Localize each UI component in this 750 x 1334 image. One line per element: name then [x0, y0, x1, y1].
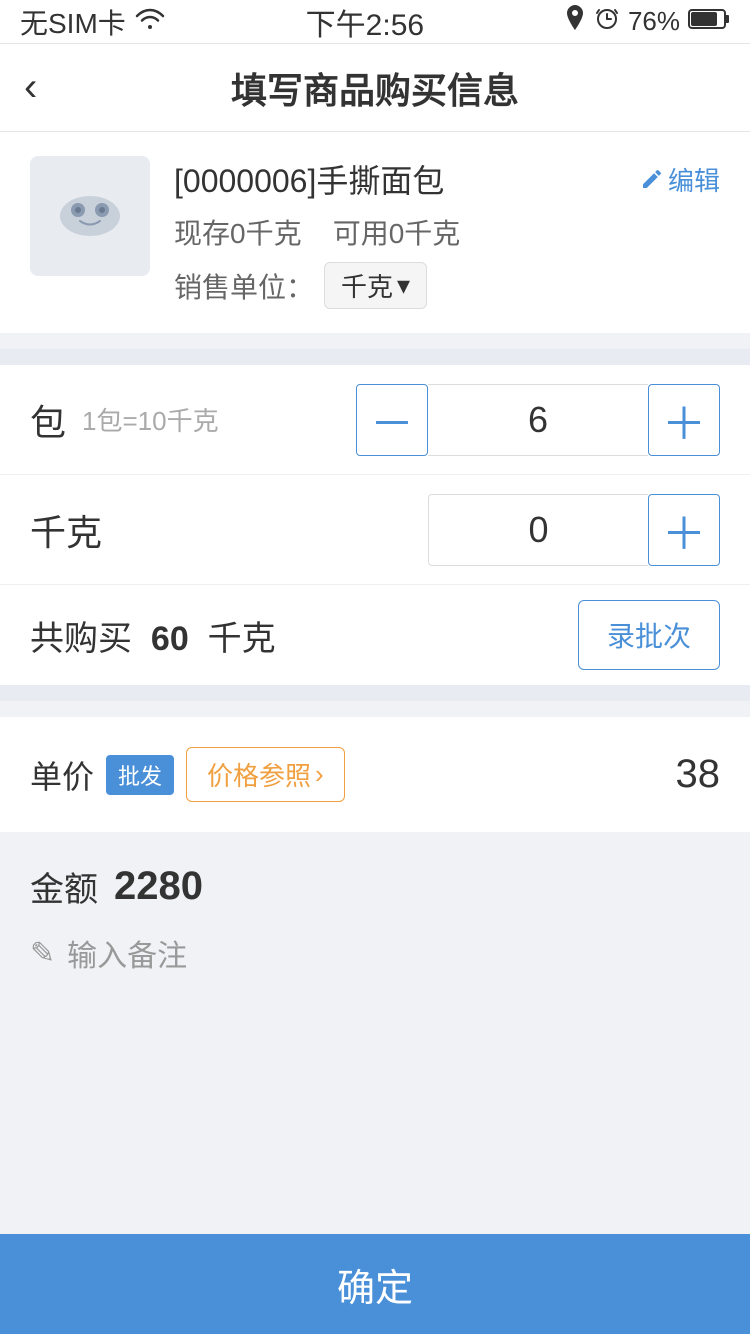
- batch-button[interactable]: 录批次: [578, 600, 720, 670]
- location-icon: [564, 5, 586, 38]
- kg-quantity-input[interactable]: [428, 494, 648, 566]
- product-name-row: [0000006]手撕面包 编辑: [174, 156, 720, 202]
- wholesale-badge: 批发: [106, 755, 174, 795]
- confirm-bar[interactable]: 确定: [0, 1234, 750, 1334]
- page-title: 填写商品购买信息: [231, 62, 519, 114]
- price-ref-label: 价格参照: [207, 756, 311, 793]
- product-unit-row: 销售单位： 千克 ▾: [174, 262, 720, 309]
- product-stock: 现存0千克 可用0千克: [174, 212, 720, 252]
- total-label: 共购买 60 千克: [30, 611, 578, 660]
- bao-label-sub: 1包=10千克: [82, 401, 219, 438]
- unit-selector[interactable]: 千克 ▾: [324, 262, 427, 309]
- price-ref-button[interactable]: 价格参照 ›: [186, 747, 345, 802]
- pencil-icon: ✎: [30, 936, 55, 971]
- amount-section: 金额 2280 ✎ 输入备注: [0, 832, 750, 1005]
- status-time: 下午2:56: [306, 0, 424, 44]
- kg-label-main: 千克: [30, 504, 102, 556]
- battery-icon: [688, 6, 730, 37]
- edit-link[interactable]: 编辑: [640, 161, 720, 198]
- unit-value: 千克: [341, 267, 393, 304]
- total-row: 共购买 60 千克 录批次: [0, 585, 750, 685]
- kg-controls: ＋: [428, 494, 720, 566]
- price-value: 38: [676, 752, 721, 797]
- product-name-text: [0000006]手撕面包: [174, 156, 444, 202]
- amount-row: 金额 2280: [30, 862, 720, 911]
- total-prefix: 共购买: [30, 620, 132, 658]
- price-left: 单价 批发 价格参照 ›: [30, 747, 345, 802]
- kg-increment-button[interactable]: ＋: [648, 494, 720, 566]
- confirm-button-label: 确定: [337, 1257, 413, 1312]
- unit-label: 销售单位：: [174, 266, 314, 306]
- kg-label: 千克: [30, 504, 428, 556]
- remark-row[interactable]: ✎ 输入备注: [30, 931, 720, 975]
- bao-label-main: 包: [30, 394, 66, 446]
- carrier-label: 无SIM卡: [20, 2, 126, 42]
- stock-text: 现存0千克: [174, 218, 302, 249]
- available-text: 可用0千克: [333, 218, 461, 249]
- price-label: 单价: [30, 752, 94, 798]
- status-left: 无SIM卡: [20, 2, 166, 42]
- kg-quantity-row: 千克 ＋: [0, 475, 750, 585]
- status-right: 76%: [564, 5, 730, 38]
- back-button[interactable]: ‹: [24, 65, 37, 110]
- status-bar: 无SIM卡 下午2:56 76%: [0, 0, 750, 44]
- content-spacer: [0, 1005, 750, 1245]
- product-thumbnail: [30, 156, 150, 276]
- bao-quantity-input[interactable]: [428, 384, 648, 456]
- chevron-right-icon: ›: [315, 759, 324, 790]
- product-card: [0000006]手撕面包 编辑 现存0千克 可用0千克 销售单位： 千克 ▾: [0, 132, 750, 333]
- battery-label: 76%: [628, 6, 680, 37]
- bao-label: 包 1包=10千克: [30, 394, 356, 446]
- alarm-icon: [594, 5, 620, 38]
- price-row: 单价 批发 价格参照 › 38: [30, 747, 720, 802]
- nav-bar: ‹ 填写商品购买信息: [0, 44, 750, 132]
- wifi-icon: [134, 6, 166, 38]
- product-info: [0000006]手撕面包 编辑 现存0千克 可用0千克 销售单位： 千克 ▾: [174, 156, 720, 309]
- price-section: 单价 批发 价格参照 › 38: [0, 717, 750, 832]
- bao-controls: － ＋: [356, 384, 720, 456]
- bao-increment-button[interactable]: ＋: [648, 384, 720, 456]
- edit-label: 编辑: [668, 161, 720, 198]
- total-amount: 60: [151, 620, 189, 658]
- remark-placeholder: 输入备注: [67, 931, 187, 975]
- divider-2: [0, 685, 750, 701]
- divider-1: [0, 349, 750, 365]
- dropdown-icon: ▾: [397, 270, 410, 301]
- amount-value: 2280: [114, 864, 203, 909]
- amount-label: 金额: [30, 862, 98, 911]
- bao-decrement-button[interactable]: －: [356, 384, 428, 456]
- bao-quantity-row: 包 1包=10千克 － ＋: [0, 365, 750, 475]
- total-unit: 千克: [208, 620, 276, 658]
